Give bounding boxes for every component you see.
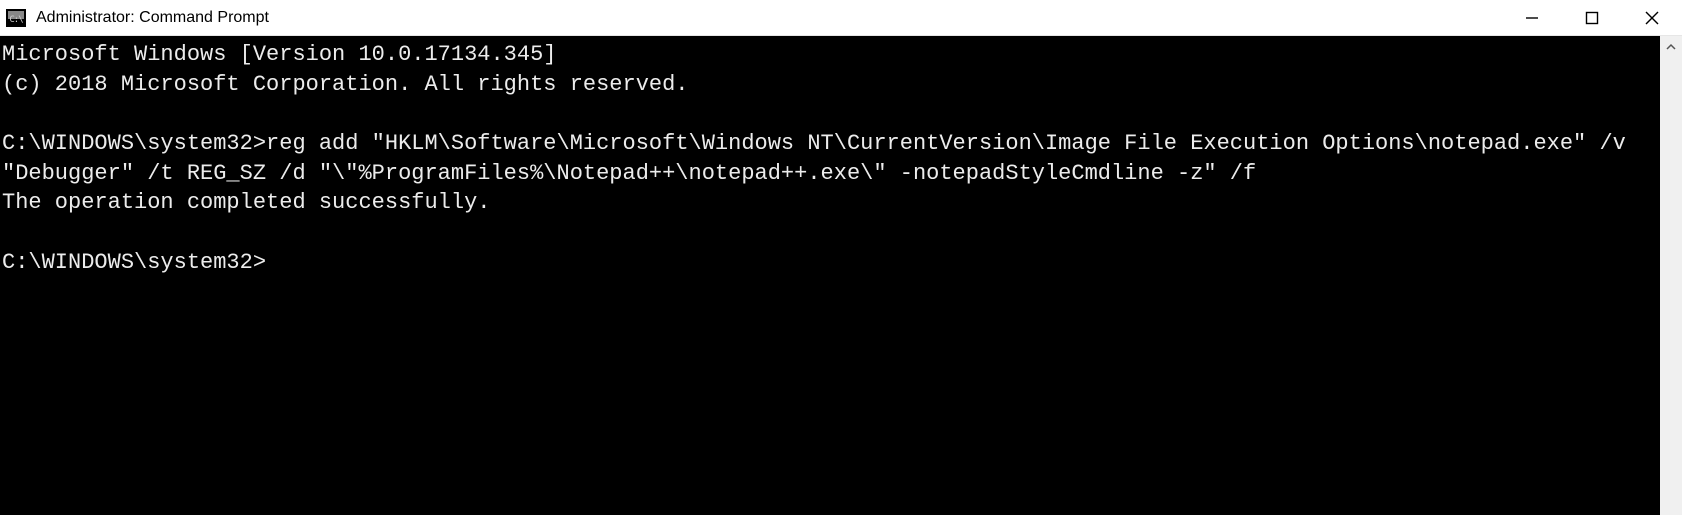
console-output[interactable]: Microsoft Windows [Version 10.0.17134.34… [0, 36, 1660, 515]
minimize-button[interactable] [1502, 0, 1562, 35]
window-controls [1502, 0, 1682, 35]
command-output: The operation completed successfully. [2, 190, 490, 215]
titlebar[interactable]: C:\ Administrator: Command Prompt [0, 0, 1682, 36]
banner-line: Microsoft Windows [Version 10.0.17134.34… [2, 42, 557, 67]
console-container: Microsoft Windows [Version 10.0.17134.34… [0, 36, 1682, 515]
cursor [266, 251, 278, 275]
scroll-up-icon[interactable] [1660, 36, 1682, 58]
prompt-cwd: C:\WINDOWS\system32> [2, 250, 266, 275]
cmd-icon: C:\ [6, 9, 26, 27]
prompt-cwd: C:\WINDOWS\system32> [2, 131, 266, 156]
maximize-button[interactable] [1562, 0, 1622, 35]
banner-line: (c) 2018 Microsoft Corporation. All righ… [2, 72, 689, 97]
vertical-scrollbar[interactable] [1660, 36, 1682, 515]
window-title: Administrator: Command Prompt [36, 9, 1502, 27]
close-button[interactable] [1622, 0, 1682, 35]
